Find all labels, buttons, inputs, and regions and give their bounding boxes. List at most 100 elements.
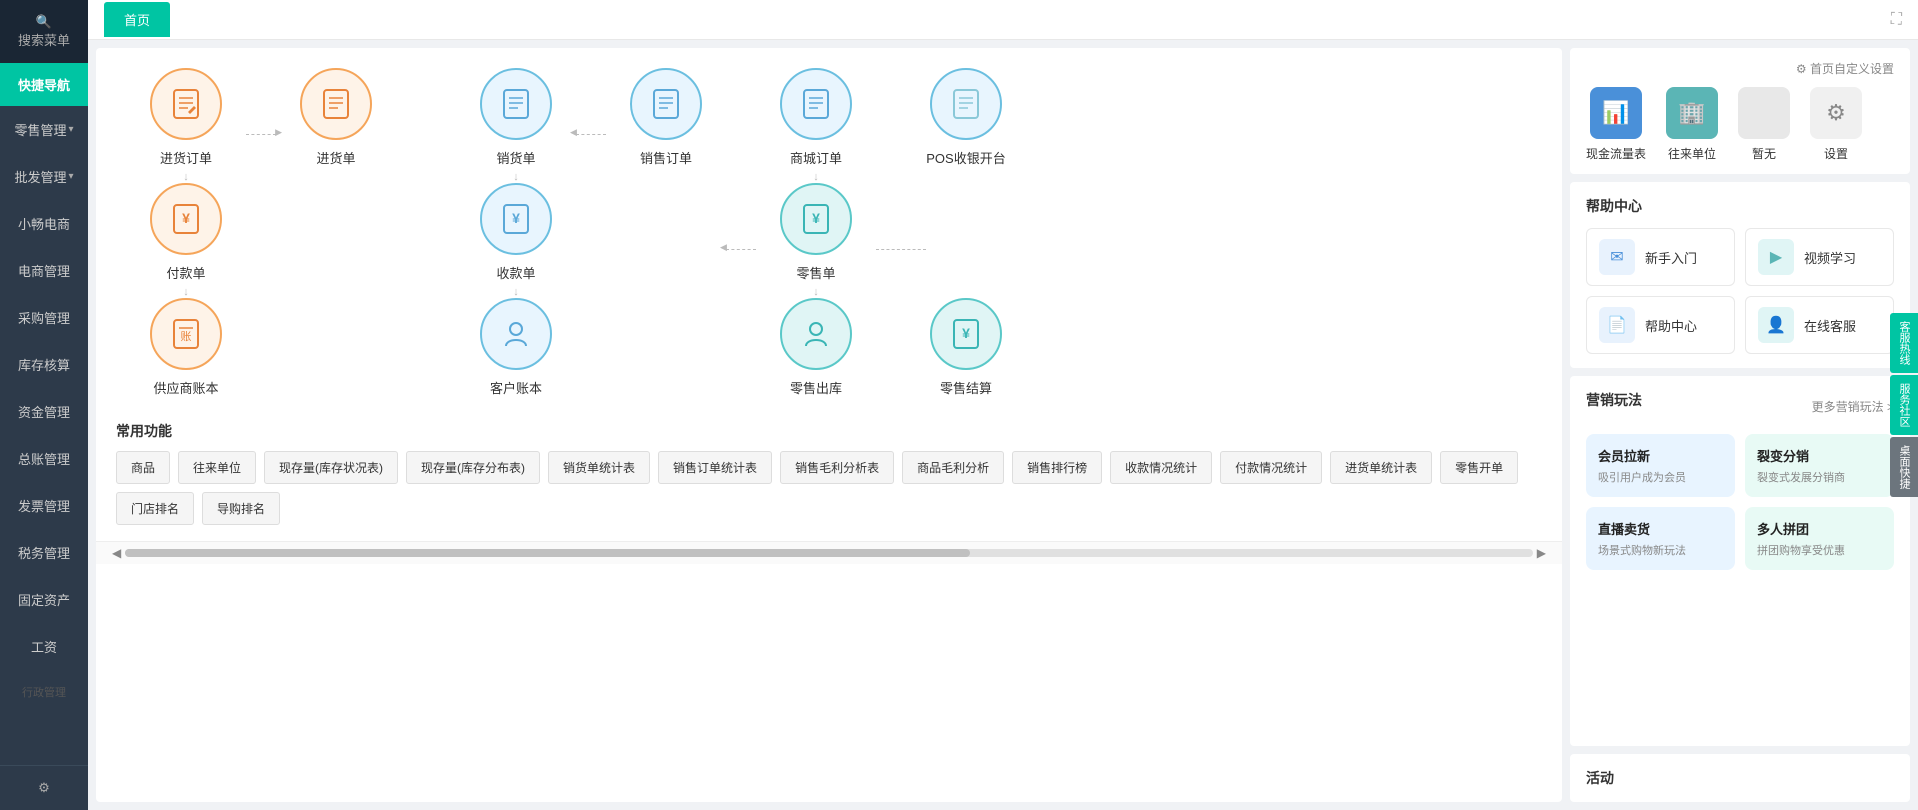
flow-diagram-area: 进货订单 ▶ 进货单	[96, 48, 1562, 411]
sidebar-item-label: 工资	[31, 637, 57, 656]
search-icon: 🔍	[36, 14, 52, 29]
sidebar-item-label: 采购管理	[18, 308, 70, 327]
func-btn-receipt-stat[interactable]: 收款情况统计	[1110, 451, 1212, 484]
sidebar-item-tax[interactable]: 税务管理	[0, 529, 88, 576]
float-community[interactable]: 服务社区	[1890, 375, 1918, 435]
func-btn-sales-stat[interactable]: 销货单统计表	[548, 451, 650, 484]
settings-button[interactable]: ⚙	[0, 765, 88, 810]
scroll-right-btn[interactable]: ▶	[1537, 546, 1546, 560]
help-item-help[interactable]: 📄 帮助中心	[1586, 296, 1735, 354]
mkt-member[interactable]: 会员拉新 吸引用户成为会员	[1586, 434, 1735, 497]
expand-button[interactable]: ⛶	[1891, 11, 1902, 29]
func-btn-retail-order[interactable]: 零售开单	[1440, 451, 1518, 484]
content-area: 进货订单 ▶ 进货单	[88, 40, 1918, 810]
help-item-video[interactable]: ▶ 视频学习	[1745, 228, 1894, 286]
mkt-live[interactable]: 直播卖货 场景式购物新玩法	[1586, 507, 1735, 570]
sidebar-item-wholesale[interactable]: 批发管理 ▾	[0, 153, 88, 200]
help-item-beginner[interactable]: ✉ 新手入门	[1586, 228, 1735, 286]
quick-icon-settings[interactable]: ⚙ 设置	[1810, 87, 1862, 162]
flow-node-pos[interactable]: POS收银开台	[906, 68, 1026, 167]
sidebar-item-ecommerce[interactable]: 电商管理	[0, 247, 88, 294]
float-customer-service[interactable]: 客服热线	[1890, 313, 1918, 373]
mkt-group-sub: 拼团购物享受优惠	[1757, 542, 1882, 558]
sidebar-item-label: 资金管理	[18, 402, 70, 421]
flow-node-payment[interactable]: ¥ 付款单	[126, 183, 246, 282]
sidebar-item-retail[interactable]: 零售管理 ▾	[0, 106, 88, 153]
tab-home[interactable]: 首页	[104, 2, 170, 37]
quick-icon-none[interactable]: 暂无	[1738, 87, 1790, 162]
flow-node-retail-outstock[interactable]: 零售出库	[756, 298, 876, 397]
func-btn-stock-dist[interactable]: 现存量(库存分布表)	[406, 451, 540, 484]
scroll-bar[interactable]	[125, 549, 1533, 557]
mkt-fission[interactable]: 裂变分销 裂变式发展分销商	[1745, 434, 1894, 497]
help-item-service[interactable]: 👤 在线客服	[1745, 296, 1894, 354]
func-btn-payment-stat[interactable]: 付款情况统计	[1220, 451, 1322, 484]
sidebar-item-inventory[interactable]: 库存核算	[0, 341, 88, 388]
func-btn-goods[interactable]: 商品	[116, 451, 170, 484]
marketing-more-link[interactable]: 更多营销玩法 >	[1812, 398, 1894, 415]
search-label[interactable]: 搜索菜单	[8, 30, 80, 49]
flow-node-retail-settlement[interactable]: ¥ 零售结算	[906, 298, 1026, 397]
mkt-member-sub: 吸引用户成为会员	[1598, 469, 1723, 485]
func-btn-sales-rank[interactable]: 销售排行榜	[1012, 451, 1102, 484]
retail-outstock-icon	[780, 298, 852, 370]
sidebar-search[interactable]: 🔍 搜索菜单	[0, 0, 88, 63]
flow-node-sales-order[interactable]: 销售订单	[606, 68, 726, 167]
func-btn-goods-margin[interactable]: 商品毛利分析	[902, 451, 1004, 484]
customize-link[interactable]: ⚙ 首页自定义设置	[1796, 60, 1894, 77]
sidebar-item-more[interactable]: 行政管理	[0, 670, 88, 714]
quick-access-header: ⚙ 首页自定义设置	[1586, 60, 1894, 77]
flow-node-mall-order[interactable]: 商城订单	[756, 68, 876, 167]
marketing-title: 营销玩法	[1586, 390, 1642, 410]
supplier-account-icon: 账	[150, 298, 222, 370]
marketing-grid: 会员拉新 吸引用户成为会员 裂变分销 裂变式发展分销商 直播卖货 场景式购物新玩…	[1586, 434, 1894, 570]
sidebar-item-finance[interactable]: 资金管理	[0, 388, 88, 435]
flow-node-customer-account[interactable]: 客户账本	[456, 298, 576, 397]
flow-node-retail-bill[interactable]: ¥ 零售单	[756, 183, 876, 282]
quick-icon-counterpart[interactable]: 🏢 往来单位	[1666, 87, 1718, 162]
beginner-icon: ✉	[1599, 239, 1635, 275]
sidebar-item-assets[interactable]: 固定资产	[0, 576, 88, 623]
sidebar-item-label: 行政管理	[22, 684, 66, 700]
quick-icon-cash-flow[interactable]: 📊 现金流量表	[1586, 87, 1646, 162]
flow-node-purchase-order[interactable]: 进货订单	[126, 68, 246, 167]
flow-node-supplier-account[interactable]: 账 供应商账本	[126, 298, 246, 397]
flow-node-purchase-bill[interactable]: 进货单	[276, 68, 396, 167]
func-btn-purchase-stat[interactable]: 进货单统计表	[1330, 451, 1432, 484]
sales-order-label: 销售订单	[640, 148, 692, 167]
sidebar-item-label: 零售管理	[14, 120, 66, 139]
purchase-bill-label: 进货单	[316, 148, 355, 167]
func-btn-guide-rank[interactable]: 导购排名	[202, 492, 280, 525]
retail-settlement-icon: ¥	[930, 298, 1002, 370]
quick-access-panel: ⚙ 首页自定义设置 📊 现金流量表 🏢 往来单位 暂无	[1570, 48, 1910, 174]
flow-node-sales-bill[interactable]: 销货单	[456, 68, 576, 167]
payment-icon: ¥	[150, 183, 222, 255]
float-desktop[interactable]: 桌面快捷	[1890, 437, 1918, 497]
sidebar-item-label: 总账管理	[18, 449, 70, 468]
activities-panel: 活动	[1570, 754, 1910, 802]
sidebar-item-purchase[interactable]: 采购管理	[0, 294, 88, 341]
sidebar-item-label: 发票管理	[18, 496, 70, 515]
scroll-left-btn[interactable]: ◀	[112, 546, 121, 560]
sidebar-item-ecommerce-small[interactable]: 小畅电商	[0, 200, 88, 247]
func-btn-stock-status[interactable]: 现存量(库存状况表)	[264, 451, 398, 484]
counterpart-label: 往来单位	[1668, 145, 1716, 162]
mkt-fission-title: 裂变分销	[1757, 446, 1882, 465]
common-functions-area: 常用功能 商品 往来单位 现存量(库存状况表) 现存量(库存分布表) 销货单统计…	[96, 411, 1562, 541]
sidebar-item-ledger[interactable]: 总账管理	[0, 435, 88, 482]
chevron-down-icon: ▾	[68, 124, 73, 135]
func-btn-sales-margin[interactable]: 销售毛利分析表	[780, 451, 894, 484]
flow-node-receipt[interactable]: ¥ 收款单	[456, 183, 576, 282]
cash-flow-label: 现金流量表	[1586, 145, 1646, 162]
func-btn-sales-order-stat[interactable]: 销售订单统计表	[658, 451, 772, 484]
main-area: 首页 ⛶ 进货订单	[88, 0, 1918, 810]
sidebar: 🔍 搜索菜单 快捷导航 零售管理 ▾ 批发管理 ▾ 小畅电商 电商管理 采购管理…	[0, 0, 88, 810]
purchase-bill-icon	[300, 68, 372, 140]
mkt-group[interactable]: 多人拼团 拼团购物享受优惠	[1745, 507, 1894, 570]
func-btn-store-rank[interactable]: 门店排名	[116, 492, 194, 525]
sidebar-item-label: 税务管理	[18, 543, 70, 562]
func-btn-counterpart[interactable]: 往来单位	[178, 451, 256, 484]
sidebar-item-invoice[interactable]: 发票管理	[0, 482, 88, 529]
none-label: 暂无	[1752, 145, 1776, 162]
sidebar-item-salary[interactable]: 工资	[0, 623, 88, 670]
